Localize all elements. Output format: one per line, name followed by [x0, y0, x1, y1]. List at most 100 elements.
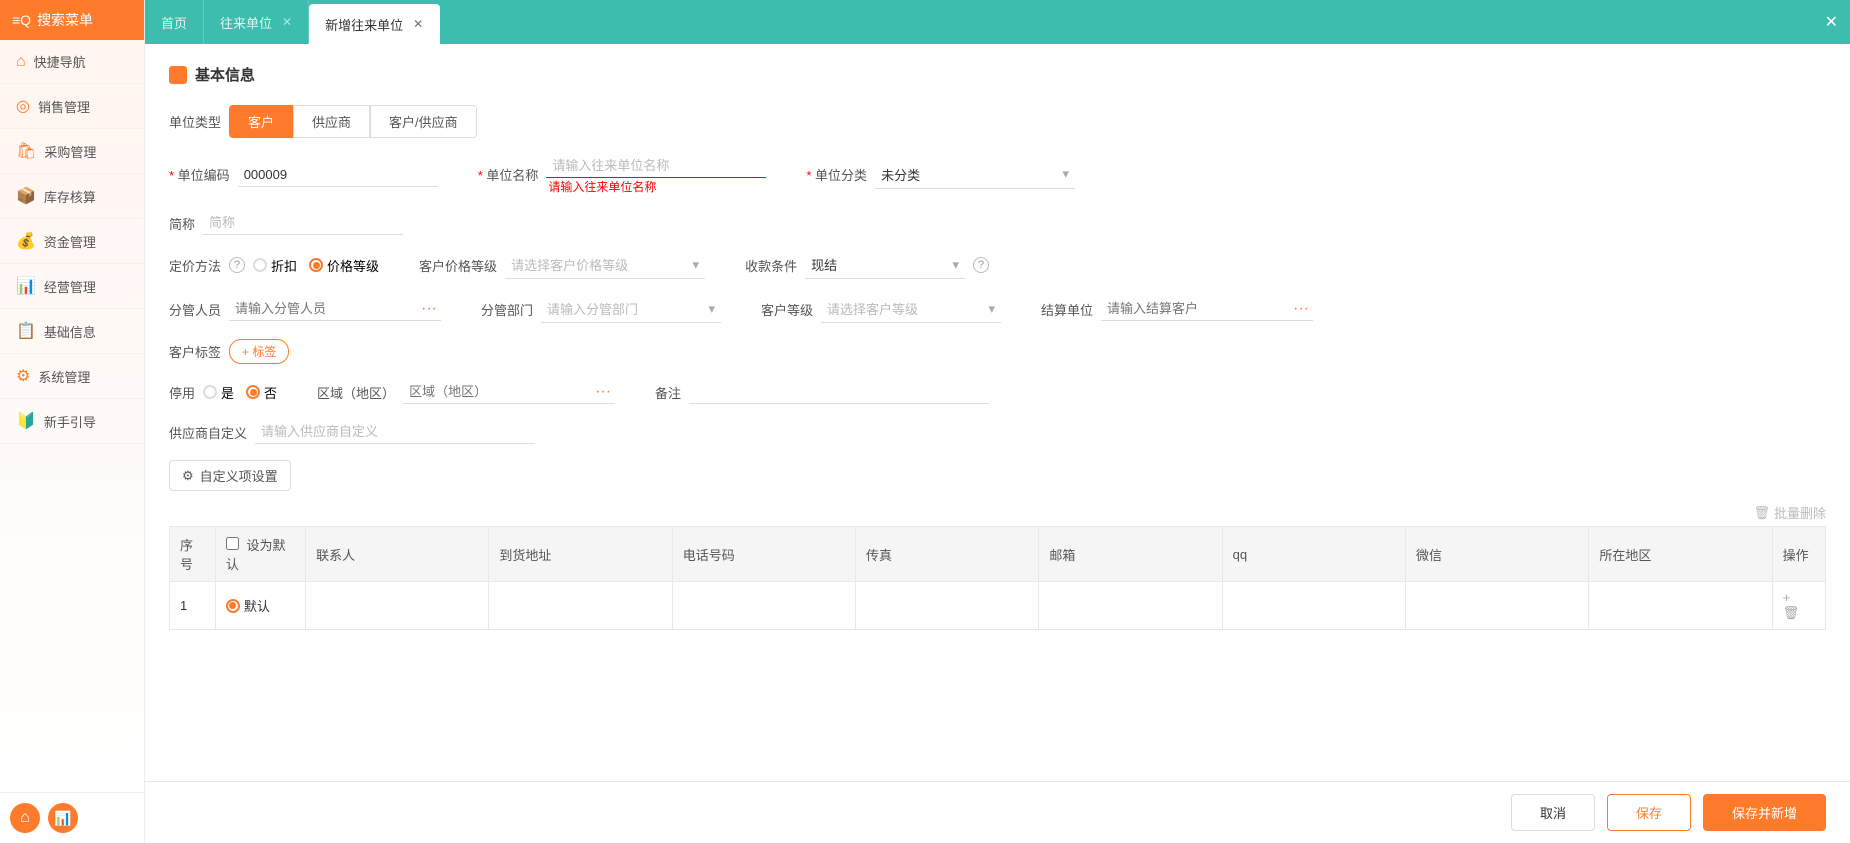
- tab-close-all-btn[interactable]: ✕: [1813, 0, 1850, 44]
- tags-row: 客户标签 + 标签: [169, 339, 1826, 364]
- unit-name-input[interactable]: [546, 154, 766, 178]
- customer-level-select[interactable]: 请选择客户等级 ▾: [821, 295, 1001, 323]
- row-add-btn[interactable]: +: [1783, 590, 1791, 605]
- supplier-custom-row: 供应商自定义: [169, 420, 1826, 444]
- tab-counterparty-label: 往来单位: [220, 13, 272, 32]
- remark-input[interactable]: [689, 380, 989, 404]
- row-delete-btn[interactable]: 🗑: [1783, 605, 1800, 620]
- row-wechat-input[interactable]: [1416, 598, 1578, 613]
- settlement-label: 结算单位: [1041, 300, 1093, 319]
- unit-name-group: 单位名称 请输入往来单位名称: [478, 154, 767, 195]
- tab-new-counterparty[interactable]: 新增往来单位 ✕: [309, 4, 440, 44]
- supplier-custom-input[interactable]: [255, 420, 535, 444]
- table-body: 1 默认 +: [170, 582, 1826, 630]
- sidebar-item-basic[interactable]: 📋 基础信息: [0, 309, 144, 354]
- manager-input[interactable]: [229, 297, 417, 320]
- row-address-input[interactable]: [499, 598, 661, 613]
- tags-group: 客户标签 + 标签: [169, 339, 289, 364]
- sidebar-item-purchase[interactable]: 🛍 采购管理: [0, 129, 144, 174]
- save-button[interactable]: 保存: [1607, 794, 1691, 831]
- supplier-custom-group: 供应商自定义: [169, 420, 535, 444]
- row-phone-input[interactable]: [683, 598, 845, 613]
- disabled-row: 停用 是 否 区域（地区） ···: [169, 380, 1826, 404]
- col-actions: 操作: [1772, 527, 1825, 582]
- type-btn-supplier[interactable]: 供应商: [293, 105, 370, 138]
- payment-terms-value: 现结: [811, 255, 948, 274]
- department-select[interactable]: 请输入分管部门 ▾: [541, 295, 721, 323]
- sidebar-label: 销售管理: [38, 97, 90, 116]
- short-name-input[interactable]: [203, 211, 403, 235]
- sidebar-item-system[interactable]: ⚙ 系统管理: [0, 354, 144, 399]
- save-new-button[interactable]: 保存并新增: [1703, 794, 1826, 831]
- disabled-no-radio[interactable]: 否: [246, 383, 277, 402]
- cancel-button[interactable]: 取消: [1511, 794, 1595, 831]
- customer-price-select[interactable]: 请选择客户价格等级 ▾: [505, 251, 705, 279]
- manager-more-btn[interactable]: ···: [417, 300, 441, 318]
- row-email-input[interactable]: [1049, 598, 1211, 613]
- shortname-row: 简称: [169, 211, 1826, 235]
- row-default-label: 默认: [244, 596, 270, 615]
- row-qq-input[interactable]: [1233, 598, 1395, 613]
- custom-settings-button[interactable]: ⚙ 自定义项设置: [169, 460, 291, 491]
- batch-delete-label: 批量删除: [1774, 503, 1826, 522]
- sidebar-item-quick-nav[interactable]: ⌂ 快捷导航: [0, 40, 144, 84]
- sidebar-item-sales[interactable]: ◎ 销售管理: [0, 84, 144, 129]
- payment-help-icon[interactable]: ?: [973, 257, 989, 273]
- unit-category-arrow: ▾: [1063, 166, 1070, 182]
- type-btn-both[interactable]: 客户/供应商: [370, 105, 477, 138]
- search-icon: ≡Q: [12, 12, 31, 28]
- disabled-yes-radio[interactable]: 是: [203, 383, 234, 402]
- tab-new-counterparty-close[interactable]: ✕: [413, 17, 423, 31]
- tab-counterparty[interactable]: 往来单位 ✕: [204, 0, 309, 44]
- payment-terms-select[interactable]: 现结 ▾: [805, 251, 965, 279]
- sidebar-item-guide[interactable]: 🔰 新手引导: [0, 399, 144, 444]
- customer-price-level-group: 客户价格等级 请选择客户价格等级 ▾: [419, 251, 705, 279]
- pricing-level-radio[interactable]: 价格等级: [309, 256, 379, 275]
- pricing-discount-label: 折扣: [271, 256, 297, 275]
- region-more-btn[interactable]: ···: [591, 383, 615, 401]
- sidebar-chart-btn[interactable]: 📊: [48, 803, 78, 833]
- unit-type-row: 单位类型 客户 供应商 客户/供应商: [169, 105, 1826, 138]
- guide-icon: 🔰: [16, 411, 36, 431]
- settlement-input[interactable]: [1101, 297, 1289, 320]
- sidebar-label: 新手引导: [44, 412, 96, 431]
- unit-type-label: 单位类型: [169, 112, 221, 131]
- type-btn-customer[interactable]: 客户: [229, 105, 293, 138]
- tab-bar: 首页 往来单位 ✕ 新增往来单位 ✕ ✕: [145, 0, 1850, 44]
- pricing-discount-circle: [253, 258, 267, 272]
- sidebar-label: 系统管理: [38, 367, 90, 386]
- manager-label: 分管人员: [169, 300, 221, 319]
- finance-icon: 💰: [16, 231, 36, 251]
- pricing-help-icon[interactable]: ?: [229, 257, 245, 273]
- row-contact: [306, 582, 489, 630]
- sidebar-label: 资金管理: [44, 232, 96, 251]
- sidebar: ≡Q 搜索菜单 ⌂ 快捷导航 ◎ 销售管理 🛍 采购管理 📦 库存核算 💰 资金…: [0, 0, 145, 843]
- sidebar-item-operation[interactable]: 📊 经营管理: [0, 264, 144, 309]
- region-input[interactable]: [403, 380, 591, 403]
- unit-code-input[interactable]: [238, 163, 438, 187]
- row-contact-input[interactable]: [316, 598, 478, 613]
- sidebar-item-finance[interactable]: 💰 资金管理: [0, 219, 144, 264]
- tab-home[interactable]: 首页: [145, 0, 204, 44]
- pricing-discount-radio[interactable]: 折扣: [253, 256, 297, 275]
- row-default-radio[interactable]: [226, 599, 240, 613]
- select-all-checkbox[interactable]: [226, 537, 239, 550]
- gear-icon: ⚙: [182, 468, 194, 484]
- search-menu-btn[interactable]: ≡Q 搜索菜单: [0, 0, 144, 40]
- settlement-more-btn[interactable]: ···: [1289, 300, 1313, 318]
- row-region-input[interactable]: [1599, 598, 1761, 613]
- tab-counterparty-close[interactable]: ✕: [282, 15, 292, 29]
- pricing-radio-group: 折扣 价格等级: [253, 256, 379, 275]
- row-fax-input[interactable]: [866, 598, 1028, 613]
- batch-icon: 🗑: [1753, 505, 1770, 521]
- customer-level-group: 客户等级 请选择客户等级 ▾: [761, 295, 1001, 323]
- add-tag-button[interactable]: + 标签: [229, 339, 289, 364]
- disabled-label: 停用: [169, 383, 195, 402]
- department-placeholder: 请输入分管部门: [547, 299, 704, 318]
- table-row: 1 默认 +: [170, 582, 1826, 630]
- sidebar-item-inventory[interactable]: 📦 库存核算: [0, 174, 144, 219]
- sidebar-home-btn[interactable]: ⌂: [10, 803, 40, 833]
- form-content: 基本信息 单位类型 客户 供应商 客户/供应商 单位编码 单位名称: [145, 44, 1850, 781]
- unit-category-select[interactable]: 未分类 ▾: [875, 161, 1075, 189]
- row-wechat: [1406, 582, 1589, 630]
